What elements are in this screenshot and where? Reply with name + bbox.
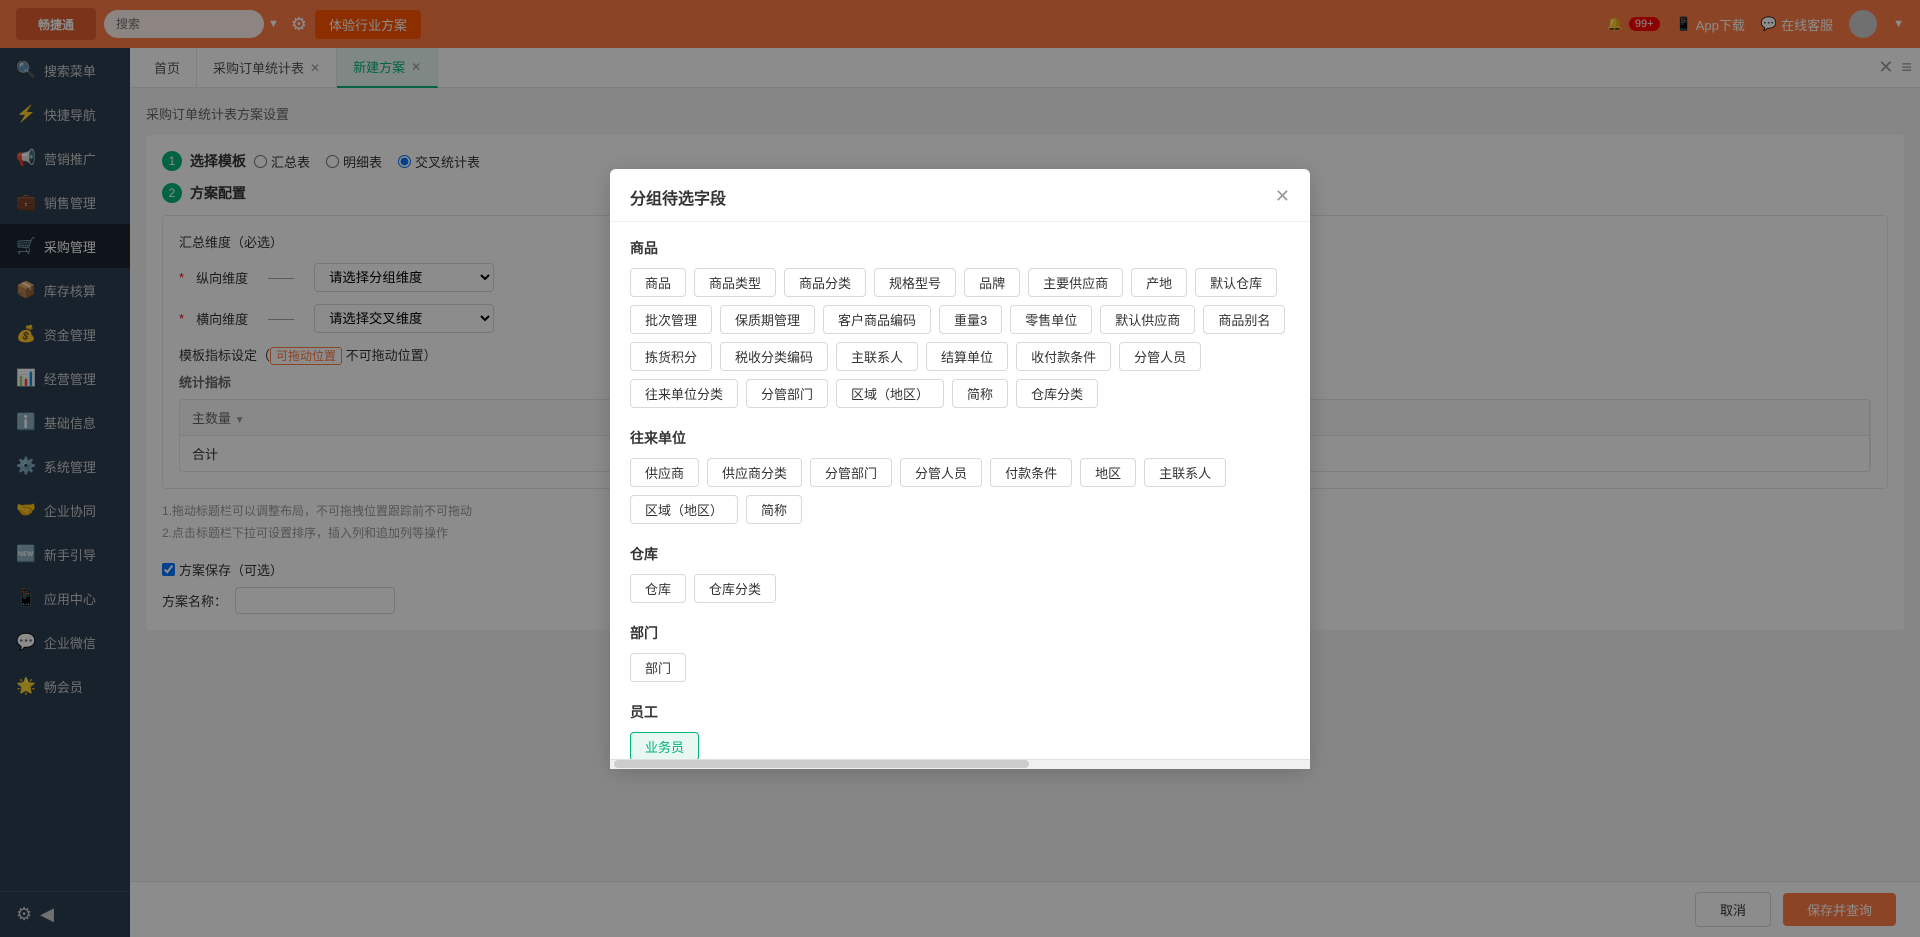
field-chip-brand[interactable]: 品牌 [964,268,1020,297]
field-chip-weight[interactable]: 重量3 [939,305,1002,334]
modal-section-dept: 部门 部门 [630,623,1290,682]
field-chip-region[interactable]: 区域（地区） [836,379,944,408]
modal-header: 分组待选字段 ✕ [610,169,1310,222]
field-chip-default-supplier[interactable]: 默认供应商 [1100,305,1195,334]
field-chip-main-supplier[interactable]: 主要供应商 [1028,268,1123,297]
modal-section-warehouse-title: 仓库 [630,544,1290,564]
field-chip-warehouse-category[interactable]: 仓库分类 [694,574,776,603]
modal-section-employee-title: 员工 [630,702,1290,722]
field-chip-supplier-category[interactable]: 供应商分类 [707,458,802,487]
field-chip-tax-code[interactable]: 税收分类编码 [720,342,828,371]
modal-section-product-title: 商品 [630,238,1290,258]
modal-section-partner-title: 往来单位 [630,428,1290,448]
field-chip-main-contact[interactable]: 主联系人 [836,342,918,371]
field-chip-product[interactable]: 商品 [630,268,686,297]
field-chip-expiry-mgmt[interactable]: 保质期管理 [720,305,815,334]
field-chip-product-type[interactable]: 商品类型 [694,268,776,297]
field-chip-product-alias[interactable]: 商品别名 [1203,305,1285,334]
modal-close-btn[interactable]: ✕ [1275,186,1290,207]
field-chip-pick-points[interactable]: 拣货积分 [630,342,712,371]
field-chip-salesperson[interactable]: 业务员 [630,732,699,760]
modal-section-partner: 往来单位 供应商 供应商分类 分管部门 分管人员 付款条件 地区 主联系人 区域… [630,428,1290,524]
field-chip-batch-mgmt[interactable]: 批次管理 [630,305,712,334]
field-chip-partner-contact[interactable]: 主联系人 [1144,458,1226,487]
field-chip-dept[interactable]: 分管部门 [746,379,828,408]
field-chip-warehouse-cat[interactable]: 仓库分类 [1016,379,1098,408]
field-chip-spec-model[interactable]: 规格型号 [874,268,956,297]
modal-hscroll[interactable] [610,759,1310,768]
field-chip-payment-terms[interactable]: 收付款条件 [1016,342,1111,371]
field-chip-partner-abbr[interactable]: 简称 [746,495,802,524]
modal-body: 商品 商品 商品类型 商品分类 规格型号 品牌 主要供应商 产地 默认仓库 批次… [610,222,1310,760]
field-chip-origin[interactable]: 产地 [1131,268,1187,297]
field-chip-partner-payment[interactable]: 付款条件 [990,458,1072,487]
field-chip-department[interactable]: 部门 [630,653,686,682]
modal-section-dept-title: 部门 [630,623,1290,643]
field-chip-product-category[interactable]: 商品分类 [784,268,866,297]
field-chip-partner-supervisor[interactable]: 分管人员 [900,458,982,487]
modal-title: 分组待选字段 [630,185,726,209]
warehouse-field-grid: 仓库 仓库分类 [630,574,1290,603]
field-chip-warehouse[interactable]: 仓库 [630,574,686,603]
partner-field-grid: 供应商 供应商分类 分管部门 分管人员 付款条件 地区 主联系人 区域（地区） … [630,458,1290,524]
employee-field-grid: 业务员 [630,732,1290,760]
field-chip-abbr[interactable]: 简称 [952,379,1008,408]
dept-field-grid: 部门 [630,653,1290,682]
field-chip-partner-dept[interactable]: 分管部门 [810,458,892,487]
field-chip-partner-region[interactable]: 地区 [1080,458,1136,487]
field-selection-modal: 分组待选字段 ✕ 商品 商品 商品类型 商品分类 规格型号 品牌 主要供应商 产… [610,169,1310,769]
hscroll-thumb[interactable] [614,760,1029,768]
field-chip-supervisor[interactable]: 分管人员 [1119,342,1201,371]
field-chip-partner-category[interactable]: 往来单位分类 [630,379,738,408]
product-field-grid: 商品 商品类型 商品分类 规格型号 品牌 主要供应商 产地 默认仓库 批次管理 … [630,268,1290,408]
field-chip-default-warehouse[interactable]: 默认仓库 [1195,268,1277,297]
modal-section-product: 商品 商品 商品类型 商品分类 规格型号 品牌 主要供应商 产地 默认仓库 批次… [630,238,1290,408]
field-chip-partner-area[interactable]: 区域（地区） [630,495,738,524]
field-chip-supplier[interactable]: 供应商 [630,458,699,487]
modal-section-warehouse: 仓库 仓库 仓库分类 [630,544,1290,603]
field-chip-customer-code[interactable]: 客户商品编码 [823,305,931,334]
field-chip-settlement-unit[interactable]: 结算单位 [926,342,1008,371]
modal-overlay: 分组待选字段 ✕ 商品 商品 商品类型 商品分类 规格型号 品牌 主要供应商 产… [0,0,1920,937]
modal-section-employee: 员工 业务员 [630,702,1290,760]
field-chip-retail-unit[interactable]: 零售单位 [1010,305,1092,334]
